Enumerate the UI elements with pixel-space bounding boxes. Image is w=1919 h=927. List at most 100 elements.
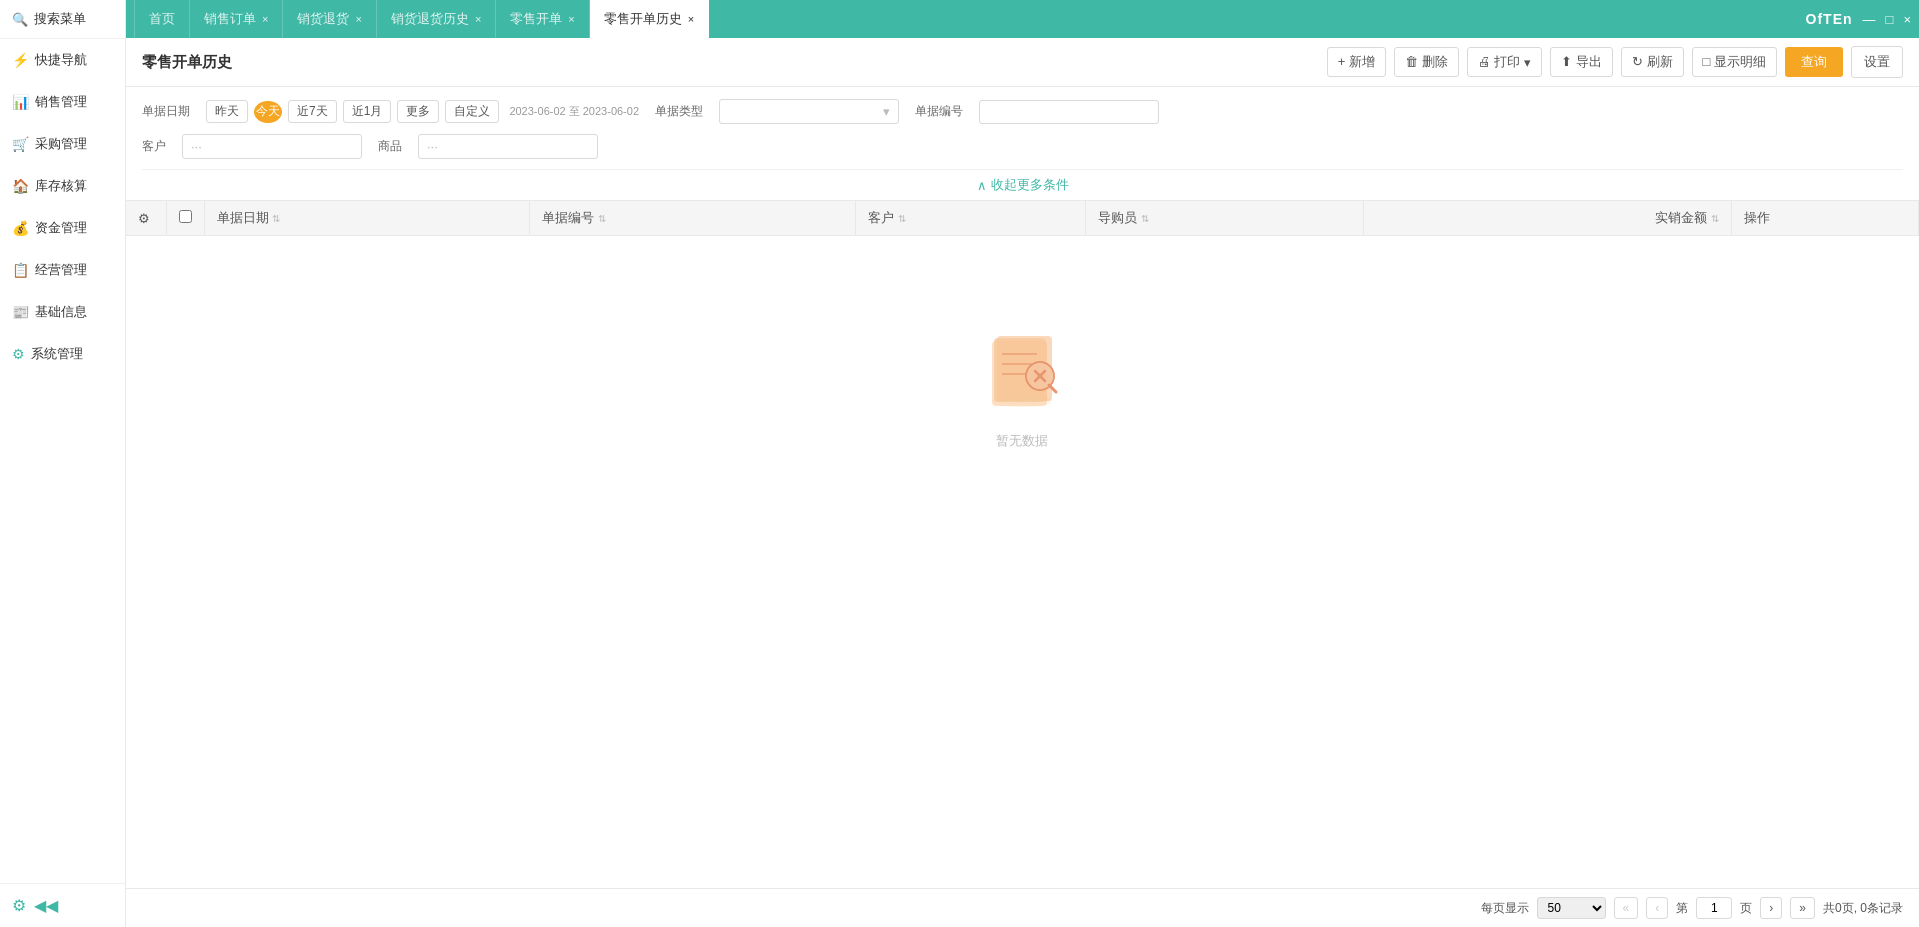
settings-button[interactable]: 设置 bbox=[1851, 46, 1903, 78]
tab-retail-open-history[interactable]: 零售开单历史 × bbox=[590, 0, 709, 38]
export-label: ⬆ 导出 bbox=[1561, 53, 1602, 71]
bill-type-select[interactable]: ▾ bbox=[719, 99, 899, 124]
page-size-select[interactable]: 10 20 50 100 bbox=[1537, 897, 1606, 919]
table-container: ⚙ 单据日期 ⇅ 单据编号 ⇅ 客户 ⇅ bbox=[126, 201, 1919, 888]
tab-retail-open-close[interactable]: × bbox=[568, 13, 574, 25]
top-nav-right: OfTEn — □ × bbox=[1806, 11, 1911, 27]
th-settings[interactable]: ⚙ bbox=[126, 201, 166, 236]
sidebar-item-quick-nav[interactable]: ⚡ 快捷导航 bbox=[0, 39, 125, 81]
date-more-btn[interactable]: 更多 bbox=[397, 100, 439, 123]
page-input[interactable] bbox=[1696, 897, 1732, 919]
th-customer-label: 客户 bbox=[868, 210, 894, 225]
collapse-bar[interactable]: ∧ 收起更多条件 bbox=[142, 169, 1903, 200]
page-label: 第 bbox=[1676, 900, 1688, 917]
brand-logo: OfTEn bbox=[1806, 11, 1853, 27]
prev-page-btn[interactable]: ‹ bbox=[1646, 897, 1668, 919]
empty-text: 暂无数据 bbox=[996, 432, 1048, 450]
tab-sales-return-label: 销货退货 bbox=[297, 10, 349, 28]
th-date[interactable]: 单据日期 ⇅ bbox=[204, 201, 530, 236]
tab-sales-order[interactable]: 销售订单 × bbox=[190, 0, 283, 38]
show-detail-button[interactable]: □ 显示明细 bbox=[1692, 47, 1777, 77]
window-maximize[interactable]: □ bbox=[1886, 12, 1894, 27]
th-checkbox[interactable] bbox=[166, 201, 204, 236]
date-today-btn[interactable]: 今天 bbox=[254, 101, 282, 123]
tab-sales-order-label: 销售订单 bbox=[204, 10, 256, 28]
filter-row-1: 单据日期 昨天 今天 近7天 近1月 更多 自定义 2023-06-02 至 2… bbox=[142, 99, 1903, 124]
tab-sales-order-close[interactable]: × bbox=[262, 13, 268, 25]
date-last1month-btn[interactable]: 近1月 bbox=[343, 100, 392, 123]
window-close[interactable]: × bbox=[1903, 12, 1911, 27]
filter-row-2: 客户 ··· 商品 ··· bbox=[142, 134, 1903, 159]
th-actions-label: 操作 bbox=[1744, 210, 1770, 225]
sidebar-item-base-info[interactable]: 📰 基础信息 bbox=[0, 291, 125, 333]
sidebar-item-inventory[interactable]: 🏠 库存核算 bbox=[0, 165, 125, 207]
tab-retail-open[interactable]: 零售开单 × bbox=[496, 0, 589, 38]
empty-state: 暂无数据 bbox=[126, 236, 1919, 530]
th-guide[interactable]: 导购员 ⇅ bbox=[1086, 201, 1364, 236]
purchase-mgmt-icon: 🛒 bbox=[12, 136, 29, 152]
delete-button[interactable]: 🗑 删除 bbox=[1394, 47, 1459, 77]
bill-type-chevron-icon: ▾ bbox=[883, 104, 890, 119]
print-button[interactable]: 🖨 打印 ▾ bbox=[1467, 47, 1543, 77]
date-last7-btn[interactable]: 近7天 bbox=[288, 100, 337, 123]
toolbar: 零售开单历史 + 新增 🗑 删除 🖨 打印 ▾ ⬆ 导出 ↻ 刷新 □ 显示明细… bbox=[126, 38, 1919, 87]
date-label: 单据日期 bbox=[142, 103, 190, 120]
sidebar-item-label: 基础信息 bbox=[35, 303, 87, 321]
quick-nav-icon: ⚡ bbox=[12, 52, 29, 68]
total-text: 共0页, 0条记录 bbox=[1823, 900, 1903, 917]
tab-sales-return[interactable]: 销货退货 × bbox=[283, 0, 376, 38]
export-button[interactable]: ⬆ 导出 bbox=[1550, 47, 1613, 77]
add-label: + 新增 bbox=[1338, 53, 1375, 71]
data-table: ⚙ 单据日期 ⇅ 单据编号 ⇅ 客户 ⇅ bbox=[126, 201, 1919, 530]
select-all-checkbox[interactable] bbox=[179, 210, 192, 223]
sidebar-item-label: 库存核算 bbox=[35, 177, 87, 195]
bill-no-input[interactable] bbox=[979, 100, 1159, 124]
last-page-btn[interactable]: » bbox=[1790, 897, 1815, 919]
query-button[interactable]: 查询 bbox=[1785, 47, 1843, 77]
tab-retail-open-label: 零售开单 bbox=[510, 10, 562, 28]
tab-retail-open-history-close[interactable]: × bbox=[688, 13, 694, 25]
customer-select[interactable]: ··· bbox=[182, 134, 362, 159]
sidebar-item-sys-mgmt[interactable]: ⚙ 系统管理 bbox=[0, 333, 125, 375]
amount-sort-icon: ⇅ bbox=[1711, 213, 1719, 224]
top-nav: 首页 销售订单 × 销货退货 × 销货退货历史 × 零售开单 × 零售开单历史 … bbox=[126, 0, 1919, 38]
date-yesterday-btn[interactable]: 昨天 bbox=[206, 100, 248, 123]
tab-sales-return-close[interactable]: × bbox=[355, 13, 361, 25]
refresh-label: ↻ 刷新 bbox=[1632, 53, 1673, 71]
base-info-icon: 📰 bbox=[12, 304, 29, 320]
date-custom-btn[interactable]: 自定义 bbox=[445, 100, 499, 123]
sidebar-item-label: 经营管理 bbox=[35, 261, 87, 279]
search-icon: 🔍 bbox=[12, 12, 28, 27]
th-amount[interactable]: 实销金额 ⇅ bbox=[1364, 201, 1732, 236]
sidebar-search[interactable]: 🔍 搜索菜单 bbox=[0, 0, 125, 39]
tab-sales-return-history[interactable]: 销货退货历史 × bbox=[377, 0, 496, 38]
sidebar-item-sales-mgmt[interactable]: 📊 销售管理 bbox=[0, 81, 125, 123]
date-sort-icon: ⇅ bbox=[272, 213, 280, 224]
print-dropdown-icon[interactable]: ▾ bbox=[1524, 55, 1531, 70]
sidebar-item-label: 快捷导航 bbox=[35, 51, 87, 69]
empty-illustration bbox=[972, 316, 1072, 416]
settings-icon[interactable]: ⚙ bbox=[12, 896, 26, 915]
window-minimize[interactable]: — bbox=[1863, 12, 1876, 27]
product-select[interactable]: ··· bbox=[418, 134, 598, 159]
sidebar-search-label: 搜索菜单 bbox=[34, 10, 86, 28]
date-filter-btns: 昨天 今天 近7天 近1月 更多 自定义 2023-06-02 至 2023-0… bbox=[206, 100, 639, 123]
sidebar-item-label: 销售管理 bbox=[35, 93, 87, 111]
tab-sales-return-history-close[interactable]: × bbox=[475, 13, 481, 25]
filter-area: 单据日期 昨天 今天 近7天 近1月 更多 自定义 2023-06-02 至 2… bbox=[126, 87, 1919, 201]
first-page-btn[interactable]: « bbox=[1614, 897, 1639, 919]
next-page-btn[interactable]: › bbox=[1760, 897, 1782, 919]
th-bill-no[interactable]: 单据编号 ⇅ bbox=[530, 201, 856, 236]
sidebar-item-finance[interactable]: 💰 资金管理 bbox=[0, 207, 125, 249]
collapse-icon[interactable]: ◀◀ bbox=[34, 896, 58, 915]
sidebar-item-operations[interactable]: 📋 经营管理 bbox=[0, 249, 125, 291]
refresh-button[interactable]: ↻ 刷新 bbox=[1621, 47, 1684, 77]
table-body: 暂无数据 bbox=[126, 236, 1919, 531]
tab-home[interactable]: 首页 bbox=[134, 0, 190, 38]
sidebar-item-purchase-mgmt[interactable]: 🛒 采购管理 bbox=[0, 123, 125, 165]
add-button[interactable]: + 新增 bbox=[1327, 47, 1386, 77]
th-amount-label: 实销金额 bbox=[1655, 210, 1707, 225]
th-bill-no-label: 单据编号 bbox=[542, 210, 594, 225]
th-customer[interactable]: 客户 ⇅ bbox=[855, 201, 1085, 236]
customer-dots: ··· bbox=[191, 139, 202, 154]
